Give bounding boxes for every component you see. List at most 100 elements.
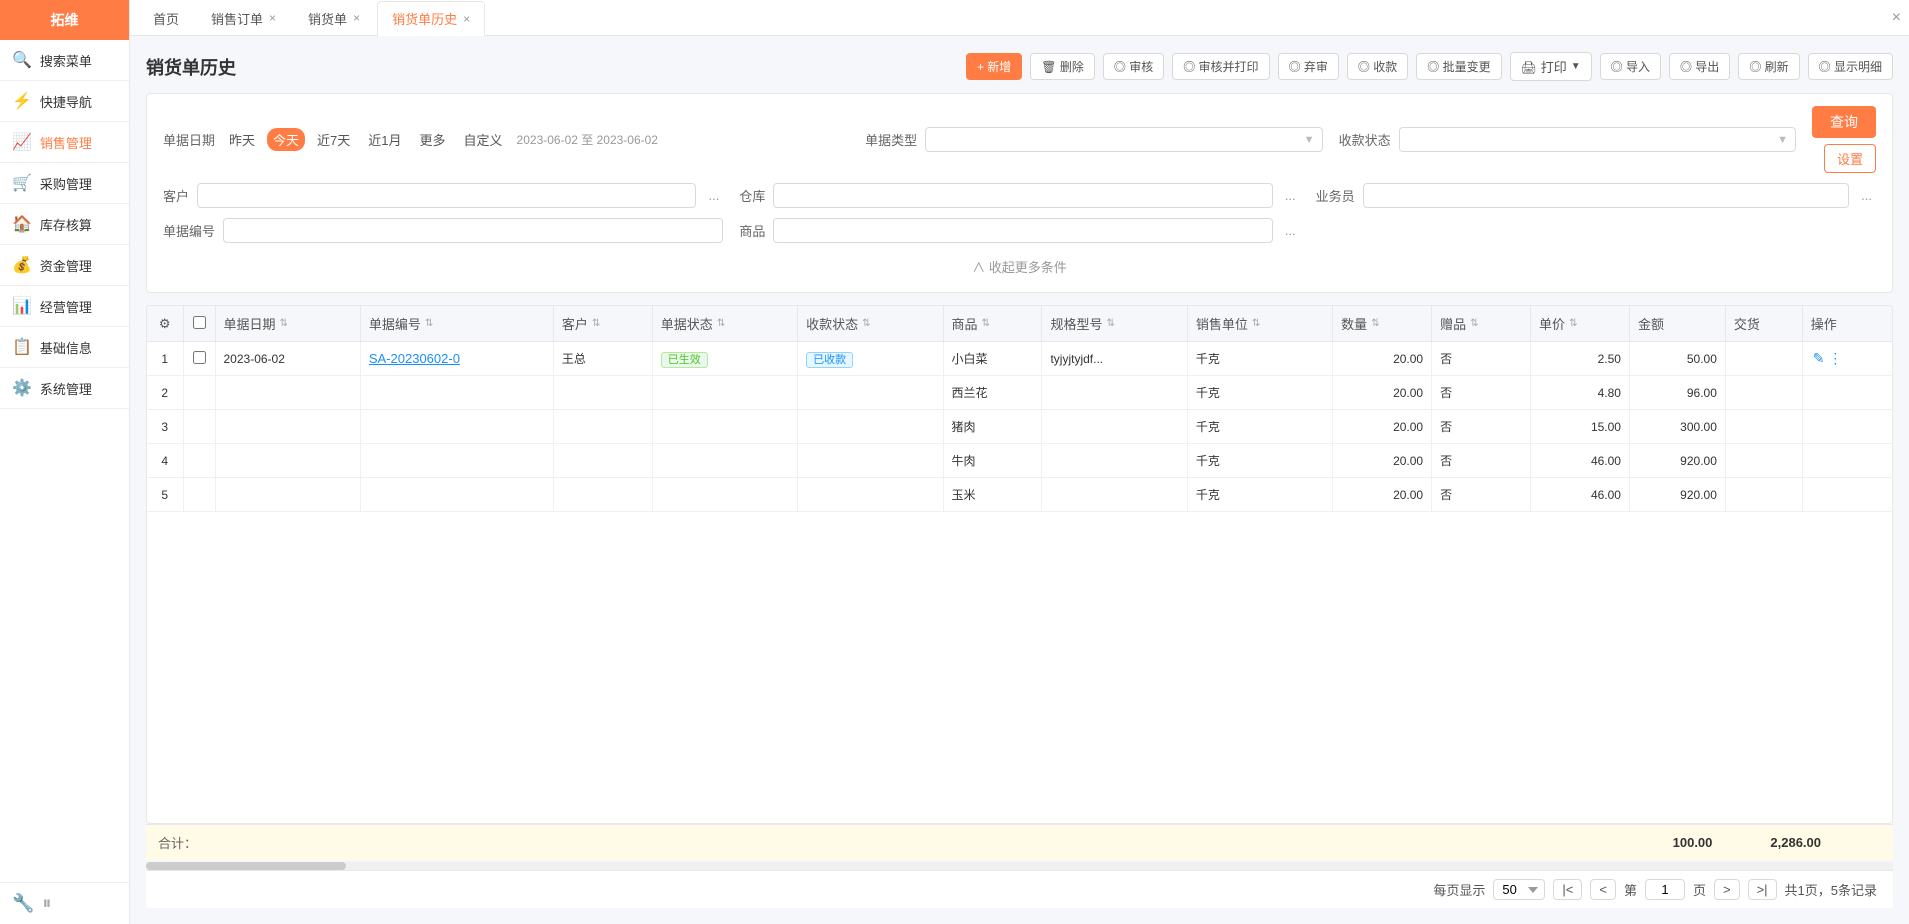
tab-sales-delivery-close[interactable]: × (353, 11, 360, 25)
th-doc-status[interactable]: 单据状态 ⇅ (652, 306, 797, 342)
shortcut-more[interactable]: 更多 (414, 128, 452, 151)
sidebar-item-quick-nav[interactable]: ⚡ 快捷导航 (0, 81, 129, 122)
tab-sales-delivery-history-close[interactable]: × (463, 12, 470, 26)
sidebar-item-capital-mgmt[interactable]: 💰 资金管理 (0, 245, 129, 286)
customer-ellipsis[interactable]: ... (704, 188, 723, 203)
action-cell (1802, 410, 1892, 444)
query-button[interactable]: 查询 (1812, 106, 1876, 138)
delete-button[interactable]: 🗑 删除 (1030, 53, 1095, 80)
th-goods[interactable]: 商品 ⇅ (943, 306, 1042, 342)
filter-row-2: 客户 ... 仓库 ... 业务员 ... (163, 183, 1876, 208)
customer-input[interactable] (197, 183, 696, 208)
print-button[interactable]: 🖨 打印 ▼ (1510, 52, 1592, 81)
staff-label: 业务员 (1316, 186, 1355, 205)
filter-row-3: 单据编号 商品 ... (163, 218, 1876, 243)
next-page-btn[interactable]: > (1714, 879, 1740, 900)
th-action: 操作 (1802, 306, 1892, 342)
staff-input[interactable] (1363, 183, 1849, 208)
setup-button[interactable]: 设置 (1824, 144, 1876, 173)
show-detail-button[interactable]: ◎ 显示明细 (1808, 53, 1893, 80)
review-button[interactable]: ◎ 审核 (1103, 53, 1164, 80)
doc-no-input[interactable] (223, 218, 723, 243)
new-button[interactable]: + 新增 (966, 53, 1022, 80)
refresh-button[interactable]: ◎ 刷新 (1738, 53, 1799, 80)
doc-type-select[interactable] (925, 127, 1322, 152)
import-button[interactable]: ◎ 导入 (1600, 53, 1661, 80)
doc-no-link[interactable]: SA-20230602-0 (369, 351, 460, 366)
th-doc-no[interactable]: 单据编号 ⇅ (360, 306, 553, 342)
abandon-button[interactable]: ◎ 弃审 (1278, 53, 1339, 80)
th-settings[interactable]: ⚙ (147, 306, 183, 342)
staff-ellipsis[interactable]: ... (1857, 188, 1876, 203)
doc-no-cell (360, 444, 553, 478)
sidebar-item-system-mgmt[interactable]: ⚙️ 系统管理 (0, 368, 129, 409)
sidebar-item-inventory[interactable]: 🏠 库存核算 (0, 204, 129, 245)
first-page-btn[interactable]: |< (1553, 879, 1582, 900)
select-all-checkbox[interactable] (193, 316, 206, 329)
sort-quantity-icon: ⇅ (1371, 318, 1379, 329)
quantity-cell: 20.00 (1333, 410, 1432, 444)
collect-status-cell (798, 478, 943, 512)
export-button[interactable]: ◎ 导出 (1669, 53, 1730, 80)
goods-ellipsis[interactable]: ... (1281, 223, 1300, 238)
sidebar-item-search-menu[interactable]: 🔍 搜索菜单 (0, 40, 129, 81)
row-checkbox-cell (183, 410, 215, 444)
more-conditions-btn[interactable]: ∧ 收起更多条件 (163, 253, 1876, 280)
last-page-btn[interactable]: >| (1748, 879, 1777, 900)
customer-cell (553, 444, 652, 478)
amount-cell: 96.00 (1629, 376, 1725, 410)
per-page-select[interactable]: 50 100 200 (1493, 879, 1545, 900)
tab-sales-order[interactable]: 销售订单 × (196, 0, 291, 35)
th-collect-status[interactable]: 收款状态 ⇅ (798, 306, 943, 342)
more-action-btn[interactable]: ⋮ (1828, 350, 1842, 366)
collect-button[interactable]: ◎ 收款 (1347, 53, 1408, 80)
tab-bar-close-btn[interactable]: × (1892, 9, 1901, 27)
column-settings-icon[interactable]: ⚙ (159, 316, 171, 331)
tab-home[interactable]: 首页 (138, 0, 194, 35)
th-unit-price[interactable]: 单价 ⇅ (1531, 306, 1630, 342)
print-dropdown-icon: ▼ (1571, 61, 1581, 72)
pause-icon[interactable]: ⏸ (42, 893, 51, 914)
th-doc-date[interactable]: 单据日期 ⇅ (215, 306, 360, 342)
batch-change-button[interactable]: ◎ 批量变更 (1416, 53, 1501, 80)
th-customer[interactable]: 客户 ⇅ (553, 306, 652, 342)
th-collect-status-label: 收款状态 (806, 314, 858, 333)
shortcut-7days[interactable]: 近7天 (311, 128, 356, 151)
tab-sales-order-close[interactable]: × (269, 11, 276, 25)
warehouse-label: 仓库 (739, 186, 765, 205)
sidebar-item-purchase-mgmt[interactable]: 🛒 采购管理 (0, 163, 129, 204)
tab-sales-delivery[interactable]: 销货单 × (293, 0, 375, 35)
page-number-input[interactable] (1645, 879, 1685, 900)
shortcut-1month[interactable]: 近1月 (362, 128, 407, 151)
table-footer: 合计： 100.00 2,286.00 (146, 824, 1893, 860)
shortcut-today[interactable]: 今天 (267, 128, 305, 151)
review-print-button[interactable]: ◎ 审核并打印 (1172, 53, 1269, 80)
sort-doc-date-icon: ⇅ (280, 318, 288, 329)
th-sales-unit[interactable]: 销售单位 ⇅ (1187, 306, 1332, 342)
warehouse-ellipsis[interactable]: ... (1281, 188, 1300, 203)
collect-status-select-wrap: ▼ (1399, 127, 1796, 152)
sidebar-item-operations-mgmt[interactable]: 📊 经营管理 (0, 286, 129, 327)
shortcut-custom[interactable]: 自定义 (458, 128, 509, 151)
shortcut-yesterday[interactable]: 昨天 (223, 128, 261, 151)
sidebar-item-basic-info[interactable]: 📋 基础信息 (0, 327, 129, 368)
sidebar-item-sales-mgmt[interactable]: 📈 销售管理 (0, 122, 129, 163)
table-row: 4牛肉千克20.00否46.00920.00 (147, 444, 1892, 478)
th-gift[interactable]: 赠品 ⇅ (1432, 306, 1531, 342)
scroll-thumb[interactable] (146, 862, 346, 870)
th-quantity[interactable]: 数量 ⇅ (1333, 306, 1432, 342)
collect-status-select[interactable] (1399, 127, 1796, 152)
goods-input[interactable] (773, 218, 1272, 243)
sort-collect-status-icon: ⇅ (862, 318, 870, 329)
warehouse-input[interactable] (773, 183, 1272, 208)
prev-page-btn[interactable]: < (1590, 879, 1616, 900)
edit-action-btn[interactable]: ✎ (1813, 350, 1825, 366)
row-checkbox-cell (183, 478, 215, 512)
date-range-text: 2023-06-02 至 2023-06-02 (517, 131, 658, 148)
th-spec[interactable]: 规格型号 ⇅ (1042, 306, 1187, 342)
sales-unit-cell: 千克 (1187, 478, 1332, 512)
row-checkbox[interactable] (193, 351, 206, 364)
settings-bottom-icon[interactable]: 🔧 (12, 893, 34, 914)
tab-sales-delivery-history[interactable]: 销货单历史 × (377, 1, 485, 36)
horizontal-scrollbar[interactable] (146, 862, 1893, 870)
